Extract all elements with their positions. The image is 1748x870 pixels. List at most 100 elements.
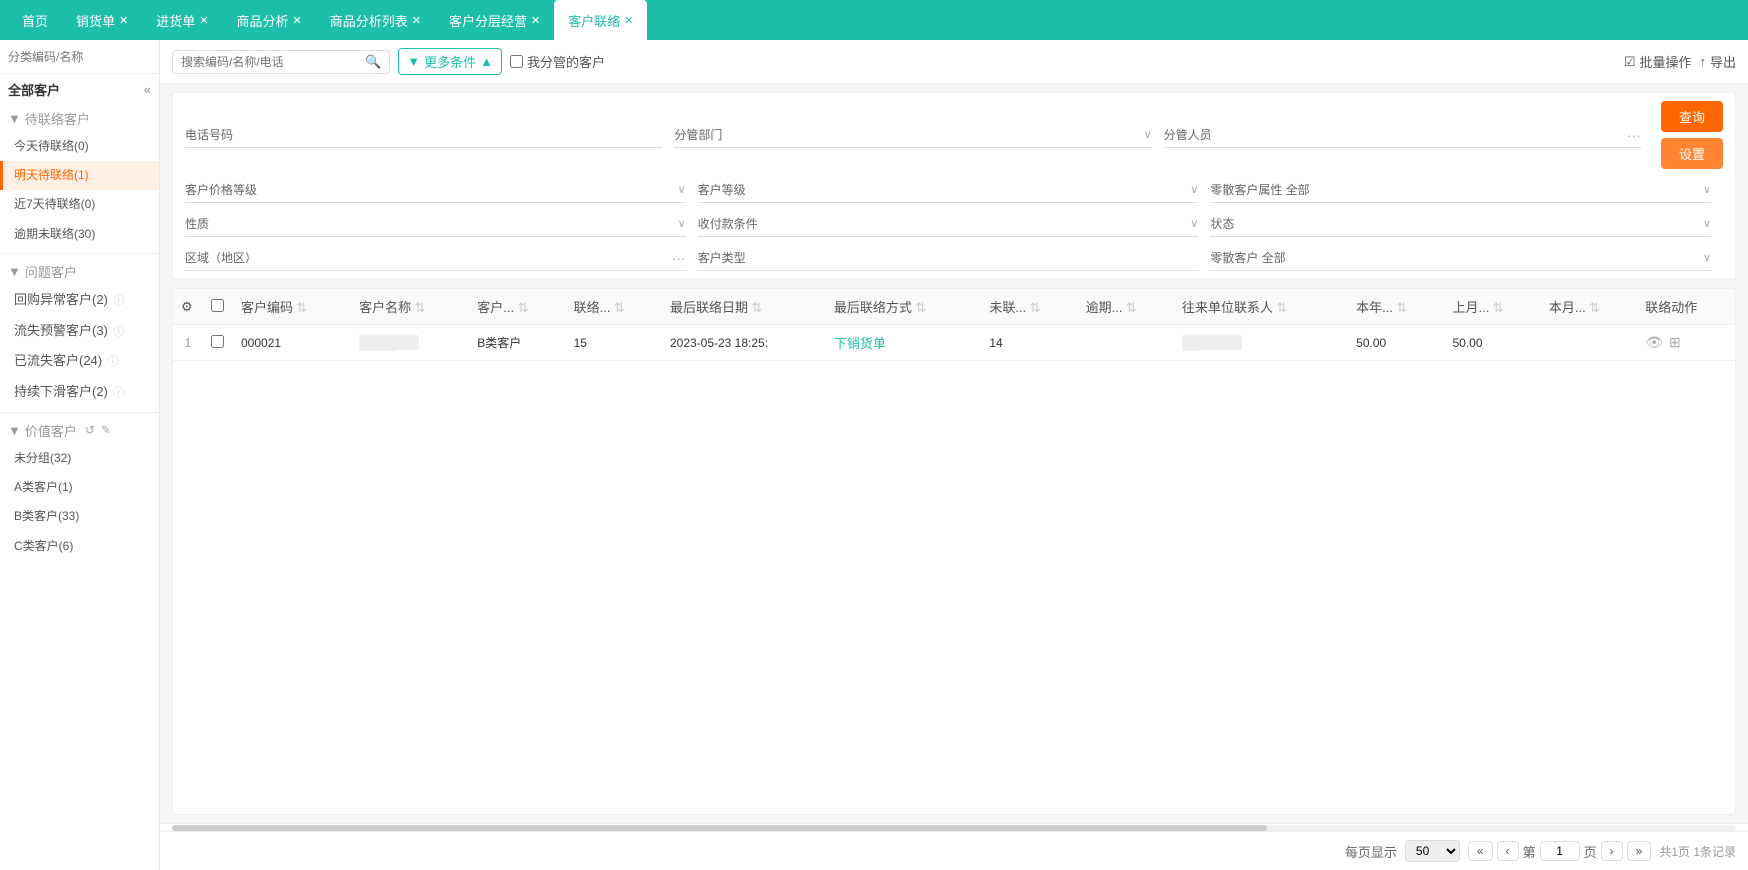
filter-dept-label: 分管部门: [674, 126, 744, 143]
col-contact-count[interactable]: 联络... ⇅: [566, 289, 662, 325]
first-page-button[interactable]: «: [1468, 841, 1493, 861]
sort-contact-icon: ⇅: [614, 300, 625, 315]
toolbar-search-icon[interactable]: 🔍: [365, 54, 381, 70]
filter-scattered-attr-arrow[interactable]: ∨: [1703, 183, 1711, 196]
filter-scattered-customer-arrow[interactable]: ∨: [1703, 251, 1711, 264]
nav-customer-layer[interactable]: 客户分层经营 ✕: [435, 0, 554, 40]
filter-price-level-arrow[interactable]: ∨: [678, 183, 686, 196]
row-last-method-link[interactable]: 下销货单: [834, 336, 886, 351]
col-overdue[interactable]: 逾期... ⇅: [1078, 289, 1174, 325]
row-name-masked: ████: [359, 335, 419, 350]
col-person[interactable]: 往来单位联系人 ⇅: [1174, 289, 1348, 325]
sort-code-icon: ⇅: [296, 300, 307, 315]
sidebar-item-tomorrow-pending[interactable]: 明天待联络(1): [0, 161, 159, 190]
col-no-contact[interactable]: 未联... ⇅: [981, 289, 1077, 325]
col-checkbox: [203, 289, 233, 325]
filter-manager-label: 分管人员: [1164, 126, 1234, 143]
filter-nature-arrow[interactable]: ∨: [678, 217, 686, 230]
sidebar-item-overdue-pending[interactable]: 逾期未联络(30): [0, 220, 159, 249]
declining-info-icon[interactable]: ⓘ: [113, 387, 124, 399]
abnormal-info-icon[interactable]: ⓘ: [113, 295, 124, 307]
row-this-month: [1541, 325, 1637, 361]
filter-customer-level-label: 客户等级: [698, 181, 768, 198]
filter-manager-dots[interactable]: ···: [1627, 127, 1641, 143]
row-person: ██: [1174, 325, 1348, 361]
toolbar-search-input[interactable]: [181, 55, 361, 69]
top-navigation: 首页 销货单 ✕ 进货单 ✕ 商品分析 ✕ 商品分析列表 ✕ 客户分层经营 ✕ …: [0, 0, 1748, 40]
sidebar-item-week-pending[interactable]: 近7天待联络(0): [0, 190, 159, 219]
horizontal-scrollbar[interactable]: [160, 823, 1748, 831]
nav-goods-analysis-list[interactable]: 商品分析列表 ✕: [316, 0, 435, 40]
col-last-method[interactable]: 最后联络方式 ⇅: [826, 289, 981, 325]
last-page-button[interactable]: »: [1627, 841, 1652, 861]
batch-operation-button[interactable]: ☑ 批量操作: [1624, 52, 1692, 71]
filter-manager: 分管人员 ···: [1164, 122, 1641, 148]
filter-payment-arrow[interactable]: ∨: [1190, 217, 1198, 230]
sidebar-collapse-icon[interactable]: «: [144, 82, 151, 97]
filter-dept-arrow[interactable]: ∨: [1144, 128, 1152, 141]
sidebar-item-a-class[interactable]: A类客户(1): [0, 473, 159, 502]
nav-goods-list-close[interactable]: ✕: [412, 14, 421, 27]
nav-customer-contact-close[interactable]: ✕: [624, 14, 633, 27]
problem-group-title: ▼ 问题客户: [0, 258, 159, 285]
filter-icon: ▼: [407, 54, 420, 69]
value-edit-icon[interactable]: ✎: [101, 423, 111, 437]
prev-page-button[interactable]: ‹: [1497, 841, 1519, 861]
more-filters-button[interactable]: ▼ 更多条件 ▲: [398, 48, 502, 75]
filter-status-arrow[interactable]: ∨: [1703, 217, 1711, 230]
filter-customer-type: 客户类型: [698, 245, 1199, 271]
col-type[interactable]: 客户... ⇅: [469, 289, 565, 325]
export-button[interactable]: ↑ 导出: [1699, 52, 1736, 71]
col-code[interactable]: 客户编码 ⇅: [233, 289, 351, 325]
page-size-select[interactable]: 50 100 200: [1405, 840, 1460, 862]
nav-sales[interactable]: 销货单 ✕: [62, 0, 142, 40]
col-settings[interactable]: ⚙: [173, 289, 203, 325]
nav-customer-layer-close[interactable]: ✕: [531, 14, 540, 27]
col-last-month[interactable]: 上月... ⇅: [1445, 289, 1541, 325]
warning-info-icon[interactable]: ⓘ: [113, 326, 124, 338]
sort-name-icon: ⇅: [415, 300, 426, 315]
action-grid-icon[interactable]: ⊞: [1669, 334, 1681, 351]
nav-sales-close[interactable]: ✕: [119, 14, 128, 27]
sidebar-item-today-pending[interactable]: 今天待联络(0): [0, 132, 159, 161]
settings-icon: ⚙: [181, 299, 193, 314]
sidebar-item-b-class[interactable]: B类客户(33): [0, 502, 159, 531]
col-last-date[interactable]: 最后联络日期 ⇅: [662, 289, 826, 325]
action-eye-icon[interactable]: 👁: [1645, 334, 1663, 351]
nav-goods-analysis-close[interactable]: ✕: [293, 14, 302, 27]
row-no-contact: 14: [981, 325, 1077, 361]
col-this-year[interactable]: 本年... ⇅: [1348, 289, 1444, 325]
sidebar-item-ungrouped[interactable]: 未分组(32): [0, 444, 159, 473]
filter-customer-level-arrow[interactable]: ∨: [1190, 183, 1198, 196]
my-customer-checkbox[interactable]: [510, 55, 523, 68]
select-all-checkbox[interactable]: [211, 299, 224, 312]
next-page-button[interactable]: ›: [1601, 841, 1623, 861]
row-checkbox[interactable]: [211, 335, 224, 348]
set-button[interactable]: 设置: [1661, 138, 1723, 169]
filter-buttons: 查询 设置: [1661, 101, 1723, 169]
sidebar-item-warning[interactable]: 流失预警客户(3) ⓘ: [0, 316, 159, 347]
filter-row-2: 客户价格等级 ∨ 客户等级 ∨ 零散客户属性 全部 ∨: [185, 177, 1723, 203]
query-button[interactable]: 查询: [1661, 101, 1723, 132]
sidebar-item-lost[interactable]: 已流失客户(24) ⓘ: [0, 346, 159, 377]
lost-info-icon[interactable]: ⓘ: [107, 356, 118, 368]
sidebar-search-input[interactable]: [8, 50, 160, 64]
sidebar-item-declining[interactable]: 持续下滑客户(2) ⓘ: [0, 377, 159, 408]
filter-customer-type-label: 客户类型: [698, 249, 768, 266]
col-this-month[interactable]: 本月... ⇅: [1541, 289, 1637, 325]
scrollbar-thumb[interactable]: [172, 825, 1267, 831]
sidebar-item-c-class[interactable]: C类客户(6): [0, 532, 159, 561]
nav-goods-analysis[interactable]: 商品分析 ✕: [222, 0, 315, 40]
page-number-input[interactable]: [1540, 841, 1580, 861]
page-nav: « ‹ 第 页 › »: [1468, 841, 1651, 861]
nav-home[interactable]: 首页: [8, 0, 62, 40]
sort-type-icon: ⇅: [517, 300, 528, 315]
nav-customer-contact[interactable]: 客户联络 ✕: [554, 0, 647, 40]
col-name[interactable]: 客户名称 ⇅: [351, 289, 469, 325]
nav-purchase[interactable]: 进货单 ✕: [142, 0, 222, 40]
toolbar: 🔍 ▼ 更多条件 ▲ 我分管的客户 ☑ 批量操作 ↑ 导出: [160, 40, 1748, 84]
filter-region-dots[interactable]: ···: [672, 250, 686, 266]
nav-purchase-close[interactable]: ✕: [199, 14, 208, 27]
sidebar-item-abnormal[interactable]: 回购异常客户(2) ⓘ: [0, 285, 159, 316]
value-refresh-icon[interactable]: ↺: [85, 423, 95, 437]
